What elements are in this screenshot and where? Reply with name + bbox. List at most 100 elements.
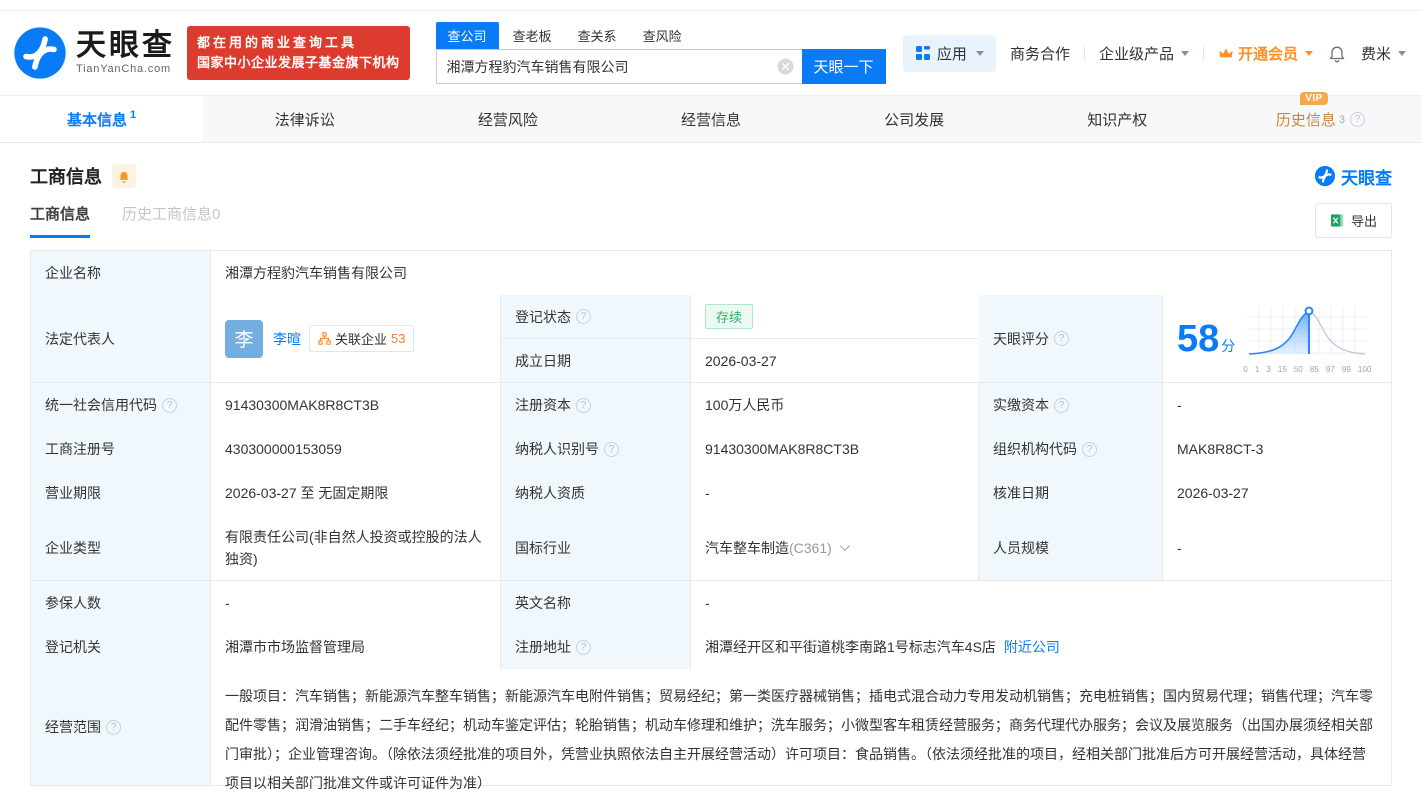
subtab-history-business-info[interactable]: 历史工商信息0: [122, 203, 220, 238]
chevron-down-icon: [1304, 50, 1313, 56]
tab-basic-info-label: 基本信息: [67, 111, 128, 129]
help-icon[interactable]: ?: [604, 441, 619, 457]
apps-menu-label: 应用: [936, 45, 967, 63]
table-row: 营业期限 2026-03-27 至 无固定期限 纳税人资质 - 核准日期 202…: [31, 471, 1391, 515]
table-row: 登记机关 湘潭市市场监督管理局 注册地址 ? 湘潭经开区和平街道桃李南路1号标志…: [31, 625, 1391, 669]
username: 费米: [1360, 45, 1391, 63]
subtabs-row: 工商信息 历史工商信息0 导出: [30, 203, 1392, 238]
establish-date-label: 成立日期: [501, 339, 691, 382]
legal-rep-label: 法定代表人: [31, 295, 211, 382]
export-button[interactable]: 导出: [1314, 203, 1392, 238]
taxpayer-id-label: 纳税人识别号: [515, 441, 599, 457]
paid-capital-label-cell: 实缴资本 ?: [979, 383, 1163, 427]
tab-basic-info[interactable]: 基本信息 1: [0, 96, 204, 142]
subtab-business-info[interactable]: 工商信息: [30, 203, 91, 238]
tianyancha-logo-icon: [14, 27, 66, 79]
org-chart-icon: [318, 332, 331, 345]
section-title: 工商信息: [30, 167, 102, 187]
business-scope-label-cell: 经营范围 ?: [31, 669, 211, 785]
industry-label: 国标行业: [501, 515, 691, 580]
watermark-text: 天眼查: [1341, 168, 1392, 188]
search-button[interactable]: 天眼一下: [801, 49, 886, 84]
tab-basic-info-count: 1: [130, 109, 137, 121]
score-distribution-chart: 0 1 3 15 50 85 97 99 100: [1243, 303, 1371, 374]
tab-history-info-label: 历史信息: [1275, 111, 1336, 129]
monitor-bell-button[interactable]: [112, 164, 136, 188]
business-scope-value: 一般项目：汽车销售；新能源汽车整车销售；新能源汽车电附件销售；贸易经纪；第一类医…: [225, 688, 1373, 791]
section-header: 工商信息 天眼查: [30, 163, 1392, 189]
menu-enterprise-products[interactable]: 企业级产品: [1099, 43, 1189, 64]
help-icon[interactable]: ?: [106, 719, 121, 735]
table-row: 参保人数 - 英文名称 -: [31, 581, 1391, 625]
brand-name: 天眼查: [76, 29, 175, 62]
menu-divider: [1083, 46, 1085, 60]
industry-value-cell: 汽车整车制造 (C361): [691, 515, 979, 580]
industry-code: (C361): [789, 539, 832, 556]
watermark-logo: 天眼查: [1314, 164, 1392, 189]
tab-history-info[interactable]: 历史信息 VIP 3 ?: [1219, 91, 1422, 142]
table-row: 经营范围 ? 一般项目：汽车销售；新能源汽车整车销售；新能源汽车电附件销售；贸易…: [31, 669, 1391, 791]
axis-tick: 0: [1243, 365, 1248, 374]
help-icon[interactable]: ?: [1054, 397, 1069, 413]
org-code-value: MAK8R8CT-3: [1163, 427, 1391, 471]
menu-open-vip[interactable]: 开通会员: [1218, 43, 1313, 64]
apps-menu[interactable]: 应用: [902, 34, 996, 72]
paid-capital-value: -: [1163, 383, 1391, 427]
tab-legal-litigation-label: 法律诉讼: [274, 111, 335, 129]
tab-company-development[interactable]: 公司发展: [813, 96, 1016, 142]
search-tab-boss[interactable]: 查老板: [501, 22, 564, 49]
help-icon[interactable]: ?: [576, 309, 591, 324]
clear-search-icon[interactable]: [777, 58, 794, 75]
reg-capital-label-cell: 注册资本 ?: [501, 383, 691, 427]
help-icon[interactable]: ?: [576, 397, 591, 413]
header-menu: 应用 商务合作 企业级产品 开通会员 费米: [902, 34, 1406, 72]
tab-operation-info-label: 经营信息: [680, 111, 741, 129]
nearby-companies-link[interactable]: 附近公司: [1004, 637, 1060, 657]
subtab-history-label: 历史工商信息: [122, 206, 213, 223]
help-icon[interactable]: ?: [1349, 111, 1365, 127]
user-menu[interactable]: 费米: [1361, 43, 1406, 64]
header: 天眼查 TianYanCha.com 都在用的商业查询工具 国家中小企业发展子基…: [0, 11, 1422, 95]
score-label: 天眼评分: [993, 330, 1049, 347]
search-input[interactable]: [435, 49, 802, 84]
staff-size-value: -: [1163, 515, 1391, 580]
credit-code-label: 统一社会信用代码: [45, 397, 157, 413]
company-name-label: 企业名称: [31, 251, 211, 295]
help-icon[interactable]: ?: [1082, 441, 1097, 457]
help-icon[interactable]: ?: [576, 639, 591, 655]
reg-capital-value: 100万人民币: [691, 383, 979, 427]
score-label-cell: 天眼评分 ?: [979, 295, 1163, 382]
tab-intellectual-property[interactable]: 知识产权: [1016, 96, 1219, 142]
axis-tick: 1: [1254, 365, 1260, 374]
address-label-cell: 注册地址 ?: [501, 625, 691, 669]
help-icon[interactable]: ?: [162, 397, 177, 413]
tab-intellectual-property-label: 知识产权: [1087, 111, 1148, 129]
menu-business-cooperation[interactable]: 商务合作: [1010, 43, 1070, 64]
search-tab-relation[interactable]: 查关系: [566, 22, 629, 49]
open-vip-label: 开通会员: [1237, 45, 1298, 63]
tianyancha-logo[interactable]: 天眼查 TianYanCha.com: [12, 25, 175, 81]
search-tab-company[interactable]: 查公司: [435, 22, 499, 49]
axis-tick: 3: [1266, 365, 1271, 374]
tab-company-development-label: 公司发展: [884, 111, 945, 129]
taxpayer-id-value: 91430300MAK8R8CT3B: [691, 427, 979, 471]
tianyancha-logo-icon: [1314, 165, 1336, 187]
table-row: 法定代表人 李 李暄 关联企业 53 登记状态 ? 存续 成立日期 2026-0…: [31, 295, 1391, 383]
search-tab-risk[interactable]: 查风险: [631, 22, 694, 49]
legal-rep-avatar: 李: [225, 319, 263, 358]
chevron-down-icon[interactable]: [839, 541, 850, 552]
tab-legal-litigation[interactable]: 法律诉讼: [203, 96, 406, 142]
legal-rep-name-link[interactable]: 李暄: [273, 329, 301, 349]
related-companies-badge[interactable]: 关联企业 53: [309, 325, 415, 352]
taxpayer-id-label-cell: 纳税人识别号 ?: [501, 427, 691, 471]
axis-tick: 97: [1325, 365, 1335, 374]
tab-operation-risk[interactable]: 经营风险: [406, 96, 609, 142]
help-icon[interactable]: ?: [1054, 331, 1069, 346]
tab-operation-info[interactable]: 经营信息: [609, 96, 812, 142]
establish-date-value: 2026-03-27: [691, 339, 979, 382]
notification-bell[interactable]: [1327, 43, 1347, 63]
export-label: 导出: [1350, 214, 1377, 229]
search-tabs: 查公司 查老板 查关系 查风险: [435, 22, 888, 49]
business-cooperation-label: 商务合作: [1009, 45, 1070, 63]
industry-value: 汽车整车制造: [705, 539, 789, 556]
